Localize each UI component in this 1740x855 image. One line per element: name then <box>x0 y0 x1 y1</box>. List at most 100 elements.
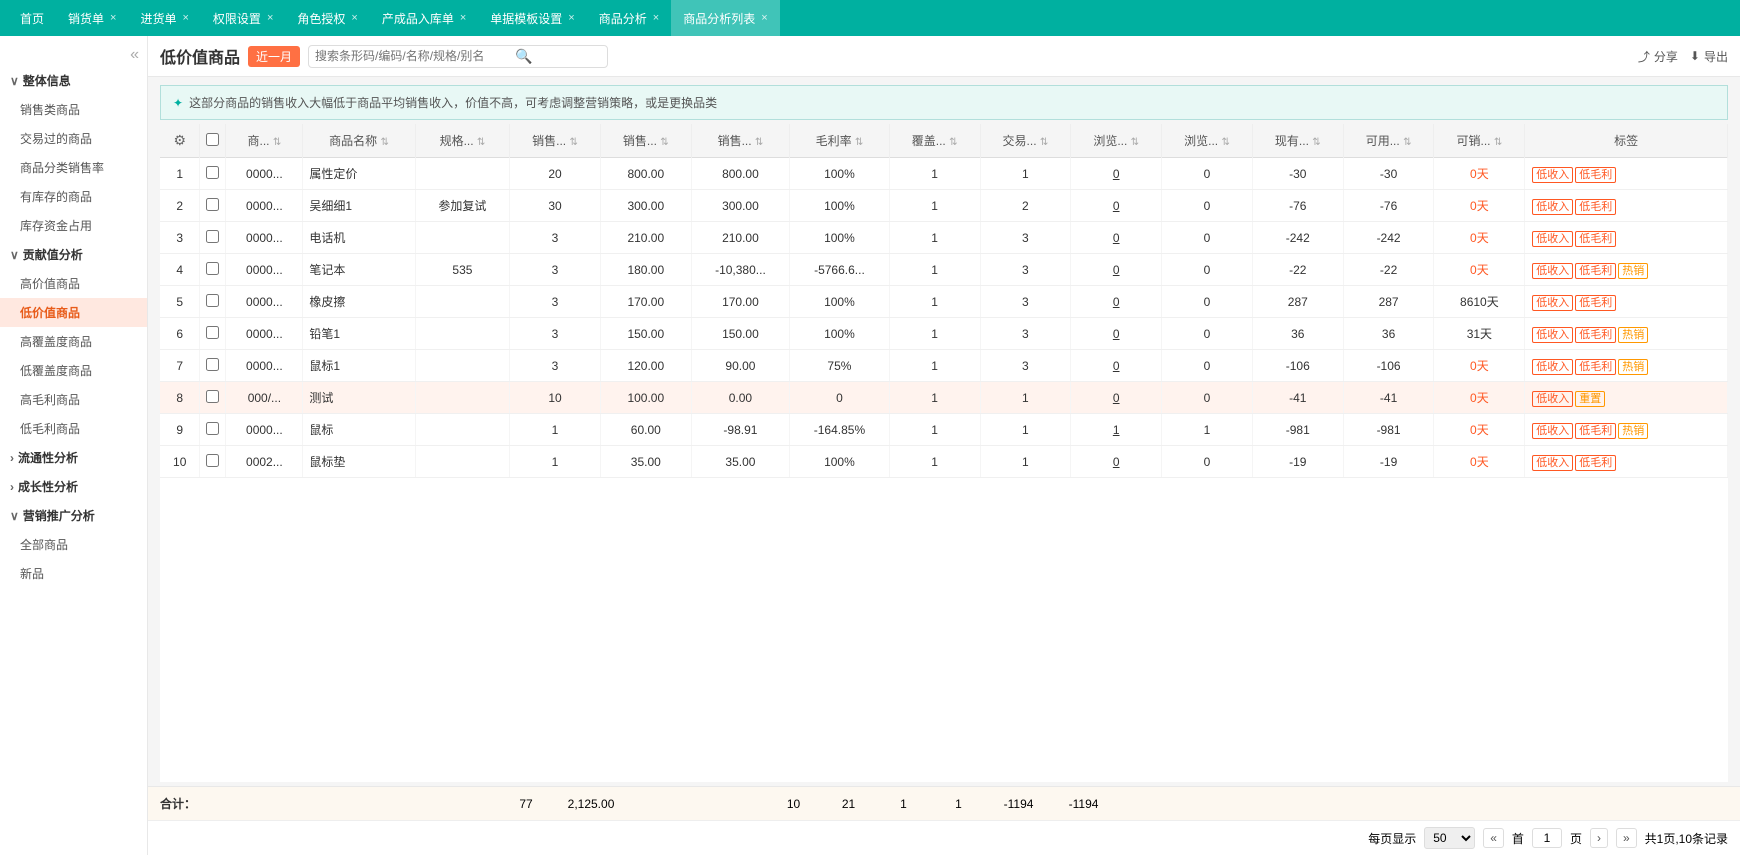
close-icon[interactable]: × <box>182 12 188 24</box>
th-spec[interactable]: 规格... ⇅ <box>415 124 509 158</box>
sidebar-item-category-sales-rate[interactable]: 商品分类销售率 <box>0 153 147 182</box>
close-icon[interactable]: × <box>460 12 466 24</box>
sidebar-item-sales-products[interactable]: 销售类商品 <box>0 95 147 124</box>
row-select-checkbox[interactable] <box>206 294 219 307</box>
th-browse1[interactable]: 浏览... ⇅ <box>1071 124 1162 158</box>
sidebar-item-low-value[interactable]: 低价值商品 <box>0 298 147 327</box>
th-current-stock[interactable]: 现有... ⇅ <box>1252 124 1343 158</box>
row-browse1[interactable]: 0 <box>1071 446 1162 478</box>
last-page-button[interactable]: » <box>1616 828 1637 848</box>
row-select-checkbox[interactable] <box>206 390 219 403</box>
row-select-checkbox[interactable] <box>206 198 219 211</box>
close-icon[interactable]: × <box>267 12 273 24</box>
row-checkbox[interactable] <box>200 318 226 350</box>
row-browse1[interactable]: 0 <box>1071 254 1162 286</box>
close-icon[interactable]: × <box>351 12 357 24</box>
row-checkbox[interactable] <box>200 382 226 414</box>
sidebar-group-marketing[interactable]: ∨ 营销推广分析 <box>0 501 147 530</box>
th-sales3[interactable]: 销售... ⇅ <box>691 124 789 158</box>
th-trade[interactable]: 交易... ⇅ <box>980 124 1071 158</box>
row-browse1[interactable]: 0 <box>1071 158 1162 190</box>
th-saleable[interactable]: 可销... ⇅ <box>1434 124 1525 158</box>
row-checkbox[interactable] <box>200 286 226 318</box>
browse1-link[interactable]: 0 <box>1113 231 1120 245</box>
th-name[interactable]: 商品名称 ⇅ <box>303 124 415 158</box>
per-page-select[interactable]: 50 100 200 <box>1424 827 1475 849</box>
sidebar-collapse-button[interactable]: « <box>126 46 143 64</box>
search-icon[interactable]: 🔍 <box>515 48 532 65</box>
close-icon[interactable]: × <box>761 12 767 24</box>
row-select-checkbox[interactable] <box>206 262 219 275</box>
first-page-button[interactable]: « <box>1483 828 1504 848</box>
close-icon[interactable]: × <box>653 12 659 24</box>
th-browse2[interactable]: 浏览... ⇅ <box>1162 124 1253 158</box>
row-browse1[interactable]: 0 <box>1071 382 1162 414</box>
row-select-checkbox[interactable] <box>206 422 219 435</box>
nav-sales-order[interactable]: 销货单 × <box>56 0 128 36</box>
sidebar-item-traded-products[interactable]: 交易过的商品 <box>0 124 147 153</box>
nav-home[interactable]: 首页 <box>8 0 56 36</box>
share-button[interactable]: ⤴ 分享 <box>1638 48 1678 65</box>
close-icon[interactable]: × <box>110 12 116 24</box>
sidebar-item-low-coverage[interactable]: 低覆盖度商品 <box>0 356 147 385</box>
close-icon[interactable]: × <box>568 12 574 24</box>
th-tags[interactable]: 标签 <box>1525 124 1728 158</box>
sidebar-item-new-products[interactable]: 新品 <box>0 559 147 588</box>
browse1-link[interactable]: 0 <box>1113 263 1120 277</box>
row-checkbox[interactable] <box>200 414 226 446</box>
row-checkbox[interactable] <box>200 158 226 190</box>
browse1-link[interactable]: 0 <box>1113 359 1120 373</box>
row-checkbox[interactable] <box>200 254 226 286</box>
row-browse1[interactable]: 0 <box>1071 222 1162 254</box>
sidebar-item-high-value[interactable]: 高价值商品 <box>0 269 147 298</box>
sidebar-item-high-margin[interactable]: 高毛利商品 <box>0 385 147 414</box>
page-number-input[interactable] <box>1532 828 1562 848</box>
nav-template[interactable]: 单据模板设置 × <box>478 0 586 36</box>
browse1-link[interactable]: 0 <box>1113 167 1120 181</box>
row-select-checkbox[interactable] <box>206 454 219 467</box>
row-select-checkbox[interactable] <box>206 358 219 371</box>
th-gross-margin[interactable]: 毛利率 ⇅ <box>790 124 890 158</box>
nav-product-analysis[interactable]: 商品分析 × <box>587 0 671 36</box>
nav-product-in[interactable]: 产成品入库单 × <box>370 0 478 36</box>
sidebar-item-all-products[interactable]: 全部商品 <box>0 530 147 559</box>
data-table-container[interactable]: ⚙ 商... ⇅ 商品名称 ⇅ 规格... ⇅ 销售... ⇅ 销售... ⇅ … <box>160 124 1728 782</box>
nav-role-auth[interactable]: 角色授权 × <box>285 0 369 36</box>
sidebar-item-in-stock[interactable]: 有库存的商品 <box>0 182 147 211</box>
th-coverage[interactable]: 覆盖... ⇅ <box>889 124 980 158</box>
browse1-link[interactable]: 0 <box>1113 391 1120 405</box>
th-sales1[interactable]: 销售... ⇅ <box>510 124 601 158</box>
row-browse1[interactable]: 1 <box>1071 414 1162 446</box>
sidebar-item-high-coverage[interactable]: 高覆盖度商品 <box>0 327 147 356</box>
row-select-checkbox[interactable] <box>206 166 219 179</box>
export-button[interactable]: ⬇ 导出 <box>1690 48 1728 65</box>
browse1-link[interactable]: 0 <box>1113 295 1120 309</box>
time-filter-button[interactable]: 近一月 <box>248 46 300 67</box>
nav-product-analysis-list[interactable]: 商品分析列表 × <box>671 0 779 36</box>
row-browse1[interactable]: 0 <box>1071 350 1162 382</box>
browse1-link[interactable]: 1 <box>1113 423 1120 437</box>
select-all-checkbox[interactable] <box>206 133 219 146</box>
row-select-checkbox[interactable] <box>206 326 219 339</box>
th-available-stock[interactable]: 可用... ⇅ <box>1343 124 1434 158</box>
sidebar-group-overall[interactable]: ∨ 整体信息 <box>0 66 147 95</box>
browse1-link[interactable]: 0 <box>1113 199 1120 213</box>
sidebar-item-low-margin[interactable]: 低毛利商品 <box>0 414 147 443</box>
next-page-button[interactable]: › <box>1590 828 1608 848</box>
search-input[interactable] <box>315 49 515 63</box>
th-code[interactable]: 商... ⇅ <box>226 124 303 158</box>
sidebar-item-inventory-capital[interactable]: 库存资金占用 <box>0 211 147 240</box>
browse1-link[interactable]: 0 <box>1113 455 1120 469</box>
browse1-link[interactable]: 0 <box>1113 327 1120 341</box>
row-select-checkbox[interactable] <box>206 230 219 243</box>
nav-permissions[interactable]: 权限设置 × <box>201 0 285 36</box>
sidebar-group-contribution[interactable]: ∨ 贡献值分析 <box>0 240 147 269</box>
th-gear[interactable]: ⚙ <box>160 124 200 158</box>
sidebar-group-liquidity[interactable]: › 流通性分析 <box>0 443 147 472</box>
row-browse1[interactable]: 0 <box>1071 318 1162 350</box>
row-browse1[interactable]: 0 <box>1071 286 1162 318</box>
row-checkbox[interactable] <box>200 446 226 478</box>
row-checkbox[interactable] <box>200 190 226 222</box>
row-checkbox[interactable] <box>200 350 226 382</box>
sidebar-group-growth[interactable]: › 成长性分析 <box>0 472 147 501</box>
